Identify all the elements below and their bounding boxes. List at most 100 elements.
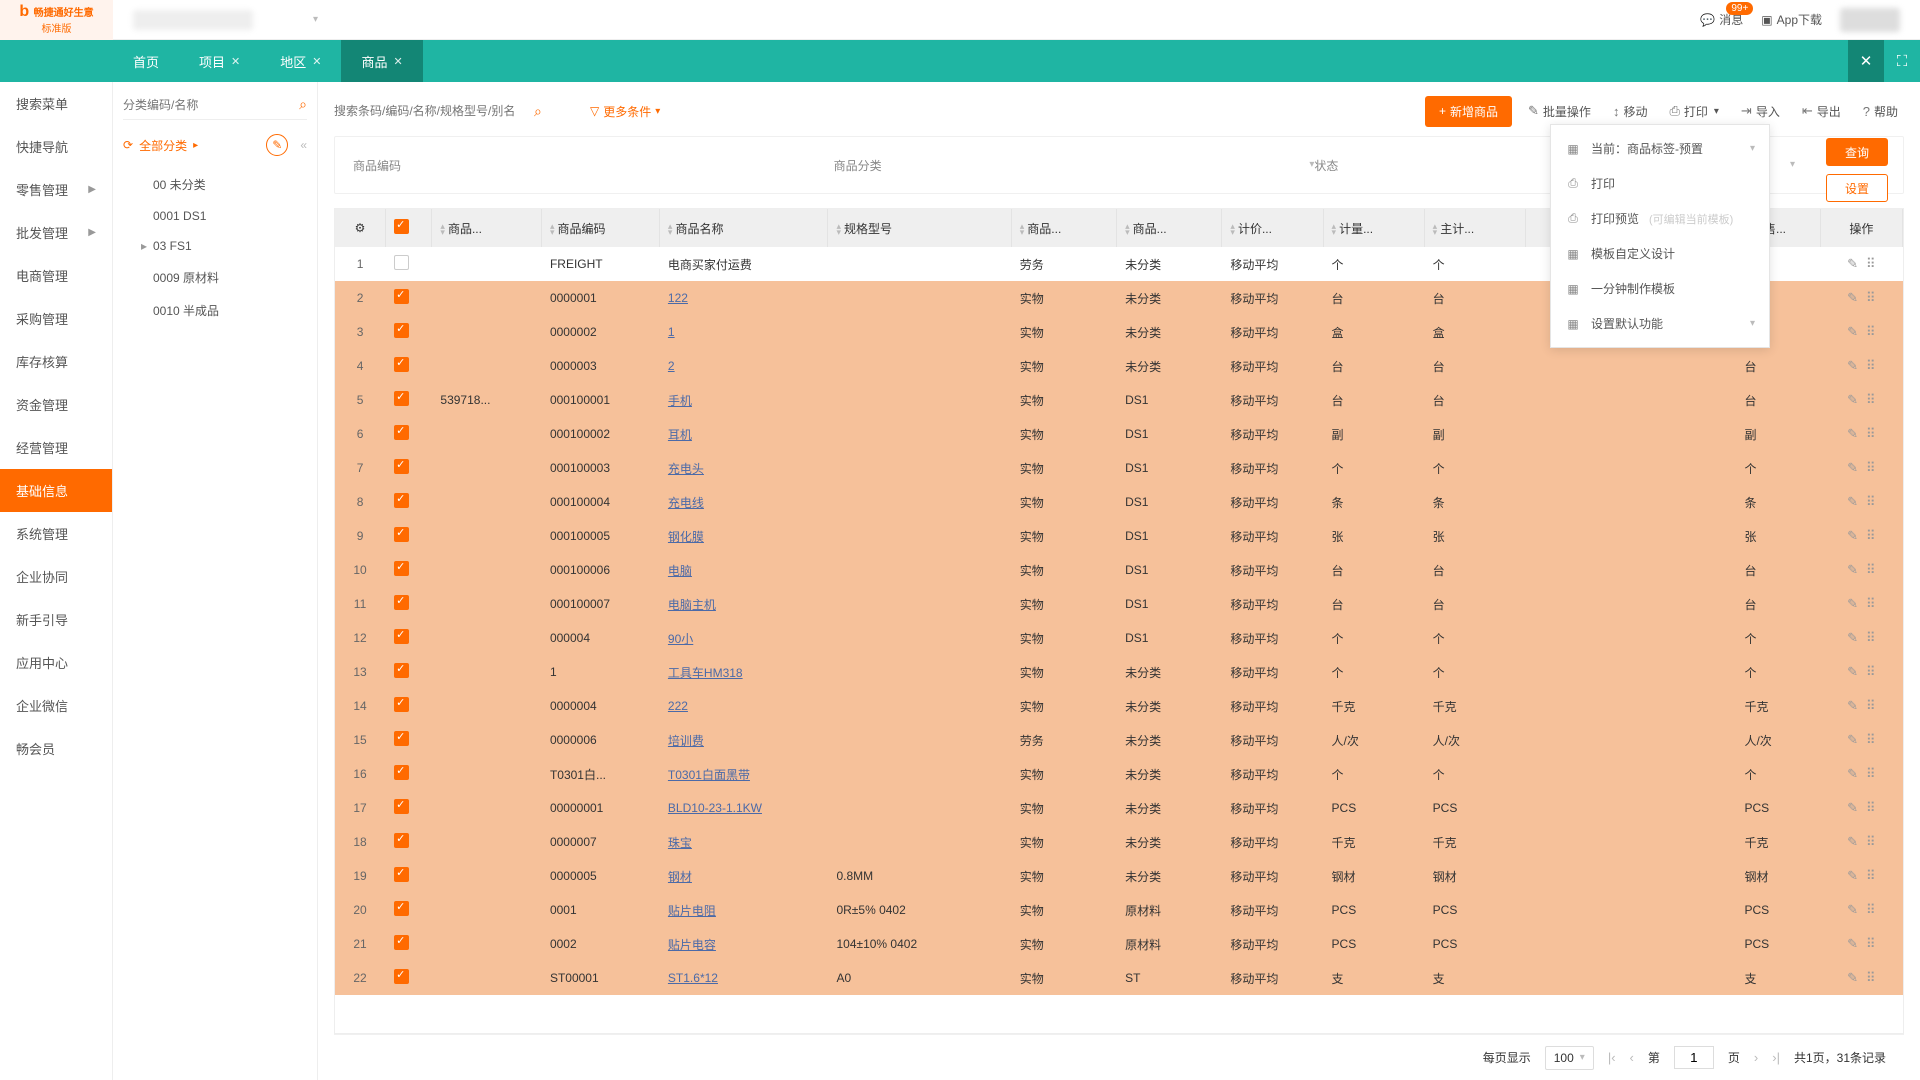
table-row[interactable]: 1700000001BLD10-23-1.1KW实物未分类移动平均PCSPCSP… bbox=[335, 791, 1903, 825]
messages-button[interactable]: 💬 消息 99+ bbox=[1700, 11, 1743, 28]
table-row[interactable]: 11000100007电脑主机实物DS1移动平均台台台✎⠿ bbox=[335, 587, 1903, 621]
play-icon[interactable]: ▸ bbox=[193, 140, 198, 151]
page-first[interactable]: |‹ bbox=[1608, 1050, 1616, 1065]
row-checkbox[interactable] bbox=[394, 799, 409, 814]
import-button[interactable]: ⇥导入 bbox=[1735, 99, 1786, 124]
nav-库存核算[interactable]: 库存核算 bbox=[0, 340, 112, 383]
close-icon[interactable]: ✕ bbox=[312, 55, 321, 68]
edit-row-icon[interactable]: ✎ bbox=[1847, 358, 1858, 373]
col-spec[interactable]: ▴▾规格型号 bbox=[828, 209, 1011, 247]
page-input[interactable] bbox=[1674, 1046, 1714, 1069]
product-name-link[interactable]: 珠宝 bbox=[668, 836, 692, 850]
tab-地区[interactable]: 地区✕ bbox=[260, 40, 341, 82]
more-row-icon[interactable]: ⠿ bbox=[1866, 460, 1876, 475]
collapse-tree-button[interactable]: « bbox=[300, 138, 307, 152]
edit-row-icon[interactable]: ✎ bbox=[1847, 834, 1858, 849]
more-row-icon[interactable]: ⠿ bbox=[1866, 290, 1876, 305]
edit-row-icon[interactable]: ✎ bbox=[1847, 970, 1858, 985]
edit-row-icon[interactable]: ✎ bbox=[1847, 562, 1858, 577]
product-name-link[interactable]: 1 bbox=[668, 325, 675, 339]
dropdown-item[interactable]: ▦一分钟制作模板 bbox=[1551, 271, 1769, 306]
product-name-link[interactable]: ST1.6*12 bbox=[668, 971, 718, 985]
more-filters-button[interactable]: ▽ 更多条件 ▾ bbox=[590, 103, 660, 120]
nav-系统管理[interactable]: 系统管理 bbox=[0, 512, 112, 555]
product-name-link[interactable]: BLD10-23-1.1KW bbox=[668, 801, 762, 815]
org-selector[interactable] bbox=[133, 10, 253, 30]
print-button[interactable]: ⎙打印▾ bbox=[1663, 99, 1724, 124]
page-last[interactable]: ›| bbox=[1772, 1050, 1780, 1065]
more-row-icon[interactable]: ⠿ bbox=[1866, 902, 1876, 917]
filter-cat-select[interactable]: ▾ bbox=[892, 159, 1315, 171]
export-button[interactable]: ⇤导出 bbox=[1796, 99, 1847, 124]
edit-row-icon[interactable]: ✎ bbox=[1847, 732, 1858, 747]
page-next[interactable]: › bbox=[1754, 1050, 1758, 1065]
app-download-button[interactable]: ▣ App下载 bbox=[1761, 11, 1822, 28]
table-row[interactable]: 6000100002耳机实物DS1移动平均副副副✎⠿ bbox=[335, 417, 1903, 451]
row-checkbox[interactable] bbox=[394, 459, 409, 474]
nav-快捷导航[interactable]: 快捷导航 bbox=[0, 125, 112, 168]
col-pricing[interactable]: ▴▾计价... bbox=[1222, 209, 1323, 247]
table-row[interactable]: 400000032实物未分类移动平均台台台✎⠿ bbox=[335, 349, 1903, 383]
edit-row-icon[interactable]: ✎ bbox=[1847, 868, 1858, 883]
table-row[interactable]: 190000005钢材0.8MM实物未分类移动平均钢材钢材钢材✎⠿ bbox=[335, 859, 1903, 893]
edit-category-button[interactable]: ✎ bbox=[266, 134, 288, 156]
product-name-link[interactable]: 工具车HM318 bbox=[668, 666, 743, 680]
help-button[interactable]: ?帮助 bbox=[1857, 99, 1904, 124]
edit-row-icon[interactable]: ✎ bbox=[1847, 664, 1858, 679]
row-checkbox[interactable] bbox=[394, 867, 409, 882]
edit-row-icon[interactable]: ✎ bbox=[1847, 460, 1858, 475]
close-icon[interactable]: ✕ bbox=[394, 55, 403, 68]
tree-node[interactable]: 0010 半成品 bbox=[123, 294, 307, 327]
more-row-icon[interactable]: ⠿ bbox=[1866, 698, 1876, 713]
product-name-link[interactable]: 充电线 bbox=[668, 496, 704, 510]
perpage-select[interactable]: 100 ▾ bbox=[1545, 1046, 1594, 1070]
add-product-button[interactable]: + 新增商品 bbox=[1425, 96, 1512, 127]
col-barcode[interactable]: ▴▾商品... bbox=[432, 209, 542, 247]
table-row[interactable]: 131工具车HM318实物未分类移动平均个个个✎⠿ bbox=[335, 655, 1903, 689]
col-attr1[interactable]: ▴▾商品... bbox=[1011, 209, 1116, 247]
page-prev[interactable]: ‹ bbox=[1630, 1050, 1634, 1065]
main-search-input[interactable] bbox=[334, 104, 534, 118]
edit-row-icon[interactable]: ✎ bbox=[1847, 936, 1858, 951]
table-row[interactable]: 10000100006电脑实物DS1移动平均台台台✎⠿ bbox=[335, 553, 1903, 587]
batch-ops-button[interactable]: ✎批量操作 bbox=[1522, 99, 1597, 124]
product-name-link[interactable]: 90小 bbox=[668, 632, 693, 646]
col-settings[interactable]: ⚙ bbox=[335, 209, 386, 247]
table-row[interactable]: 9000100005钢化膜实物DS1移动平均张张张✎⠿ bbox=[335, 519, 1903, 553]
edit-row-icon[interactable]: ✎ bbox=[1847, 596, 1858, 611]
more-row-icon[interactable]: ⠿ bbox=[1866, 664, 1876, 679]
more-row-icon[interactable]: ⠿ bbox=[1866, 970, 1876, 985]
setting-button[interactable]: 设置 bbox=[1826, 174, 1888, 202]
row-checkbox[interactable] bbox=[394, 561, 409, 576]
more-row-icon[interactable]: ⠿ bbox=[1866, 528, 1876, 543]
dropdown-item[interactable]: ⎙打印预览(可编辑当前模板) bbox=[1551, 201, 1769, 236]
row-checkbox[interactable] bbox=[394, 731, 409, 746]
edit-row-icon[interactable]: ✎ bbox=[1847, 800, 1858, 815]
product-name-link[interactable]: 钢材 bbox=[668, 870, 692, 884]
user-avatar[interactable] bbox=[1840, 8, 1900, 32]
product-name-link[interactable]: 充电头 bbox=[668, 462, 704, 476]
row-checkbox[interactable] bbox=[394, 493, 409, 508]
nav-批发管理[interactable]: 批发管理▶ bbox=[0, 211, 112, 254]
col-unit-main[interactable]: ▴▾主计... bbox=[1424, 209, 1525, 247]
row-checkbox[interactable] bbox=[394, 935, 409, 950]
tab-首页[interactable]: 首页 bbox=[113, 40, 179, 82]
nav-畅会员[interactable]: 畅会员 bbox=[0, 727, 112, 770]
row-checkbox[interactable] bbox=[394, 357, 409, 372]
product-name-link[interactable]: 钢化膜 bbox=[668, 530, 704, 544]
row-checkbox[interactable] bbox=[394, 323, 409, 338]
edit-row-icon[interactable]: ✎ bbox=[1847, 630, 1858, 645]
query-button[interactable]: 查询 bbox=[1826, 138, 1888, 166]
tree-search-input[interactable] bbox=[123, 98, 299, 112]
row-checkbox[interactable] bbox=[394, 255, 409, 270]
more-row-icon[interactable]: ⠿ bbox=[1866, 256, 1876, 271]
more-row-icon[interactable]: ⠿ bbox=[1866, 800, 1876, 815]
more-row-icon[interactable]: ⠿ bbox=[1866, 834, 1876, 849]
product-name-link[interactable]: 122 bbox=[668, 291, 688, 305]
product-name-link[interactable]: 培训费 bbox=[668, 734, 704, 748]
product-name-link[interactable]: T0301白面黑带 bbox=[668, 768, 750, 782]
fullscreen-button[interactable]: ⛶ bbox=[1884, 40, 1920, 82]
more-row-icon[interactable]: ⠿ bbox=[1866, 426, 1876, 441]
row-checkbox[interactable] bbox=[394, 595, 409, 610]
more-row-icon[interactable]: ⠿ bbox=[1866, 358, 1876, 373]
